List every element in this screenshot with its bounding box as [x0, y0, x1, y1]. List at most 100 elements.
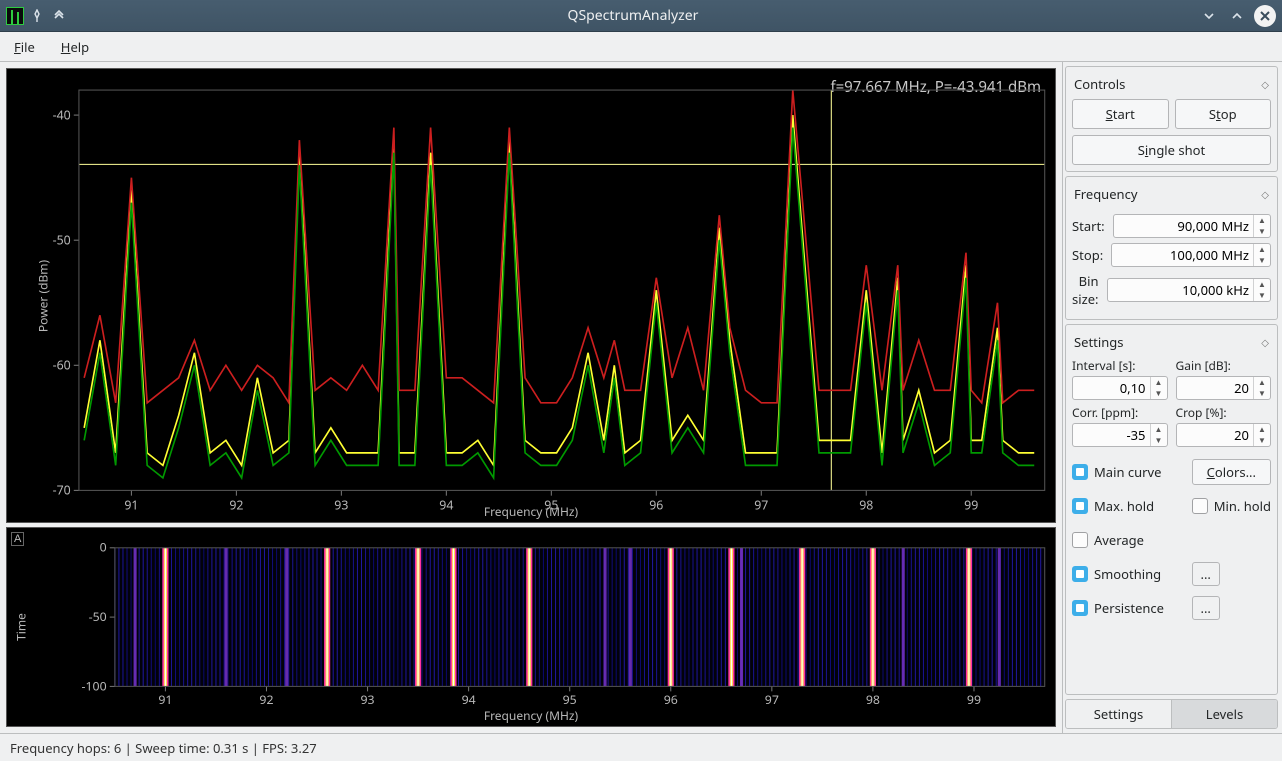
minimize-button[interactable] [1198, 5, 1220, 27]
stop-button[interactable]: Stop [1175, 99, 1272, 129]
svg-text:96: 96 [649, 496, 663, 513]
smoothing-options-button[interactable]: ... [1192, 562, 1220, 586]
gain-input[interactable] [1177, 379, 1254, 397]
svg-text:97: 97 [765, 691, 779, 708]
corr-label: Corr. [ppm]: [1072, 404, 1168, 421]
average-label: Average [1094, 531, 1144, 549]
interval-spinbox[interactable]: ▲▼ [1072, 376, 1168, 400]
max-hold-label: Max. hold [1094, 497, 1154, 515]
chevrons-up-icon[interactable] [50, 7, 68, 25]
single-shot-button[interactable]: Single shot [1072, 135, 1271, 165]
svg-text:99: 99 [964, 496, 978, 513]
spin-up-icon[interactable]: ▲ [1254, 244, 1270, 255]
side-panel: Controls ◇ Start Stop Single shot Freque… [1062, 62, 1282, 733]
freq-bin-label: Bin size: [1072, 272, 1107, 308]
svg-text:-50: -50 [89, 608, 107, 625]
checked-icon [1072, 464, 1088, 480]
svg-text:-50: -50 [53, 231, 71, 248]
panel-handle-icon[interactable]: ◇ [1261, 187, 1269, 201]
maximize-button[interactable] [1226, 5, 1248, 27]
freq-start-input[interactable] [1114, 217, 1253, 235]
persistence-label: Persistence [1094, 599, 1164, 617]
smoothing-checkbox[interactable]: Smoothing [1072, 565, 1184, 583]
colors-button[interactable]: Colors... [1192, 459, 1271, 485]
freq-bin-input[interactable] [1108, 281, 1253, 299]
svg-text:94: 94 [462, 691, 476, 708]
svg-text:0: 0 [100, 539, 107, 556]
spin-up-icon[interactable]: ▲ [1254, 424, 1270, 435]
persistence-checkbox[interactable]: Persistence [1072, 599, 1184, 617]
svg-text:99: 99 [967, 691, 981, 708]
spin-down-icon[interactable]: ▼ [1151, 435, 1167, 446]
spin-down-icon[interactable]: ▼ [1254, 255, 1270, 266]
svg-text:94: 94 [439, 496, 453, 513]
spin-up-icon[interactable]: ▲ [1254, 279, 1270, 290]
svg-text:-60: -60 [53, 356, 71, 373]
spectrum-plot[interactable]: f=97.667 MHz, P=-43.941 dBm Power (dBm) … [6, 68, 1056, 523]
min-hold-checkbox[interactable]: Min. hold [1192, 497, 1271, 515]
svg-text:91: 91 [124, 496, 138, 513]
min-hold-label: Min. hold [1214, 497, 1271, 515]
average-checkbox[interactable]: Average [1072, 531, 1271, 549]
side-tabs: Settings Levels [1065, 699, 1278, 729]
start-button[interactable]: Start [1072, 99, 1169, 129]
interval-input[interactable] [1073, 379, 1150, 397]
spin-down-icon[interactable]: ▼ [1151, 388, 1167, 399]
main-area: f=97.667 MHz, P=-43.941 dBm Power (dBm) … [0, 62, 1282, 733]
spin-up-icon[interactable]: ▲ [1254, 377, 1270, 388]
plot-area: f=97.667 MHz, P=-43.941 dBm Power (dBm) … [0, 62, 1062, 733]
spin-down-icon[interactable]: ▼ [1254, 226, 1270, 237]
main-curve-label: Main curve [1094, 463, 1161, 481]
unchecked-icon [1072, 532, 1088, 548]
svg-text:91: 91 [158, 691, 172, 708]
freq-stop-spinbox[interactable]: ▲▼ [1111, 243, 1271, 267]
freq-bin-spinbox[interactable]: ▲▼ [1107, 278, 1271, 302]
waterfall-svg: 0-50-100919293949596979899 [7, 528, 1055, 726]
close-button[interactable] [1254, 5, 1276, 27]
menu-help-text: elp [70, 38, 89, 56]
frequency-title: Frequency [1074, 185, 1137, 203]
svg-text:93: 93 [361, 691, 375, 708]
spin-down-icon[interactable]: ▼ [1254, 435, 1270, 446]
menubar: File Help [0, 32, 1282, 62]
interval-label: Interval [s]: [1072, 357, 1168, 374]
main-curve-checkbox[interactable]: Main curve [1072, 463, 1184, 481]
frequency-panel: Frequency ◇ Start: ▲▼ Stop: ▲▼ [1065, 176, 1278, 320]
svg-text:95: 95 [544, 496, 558, 513]
crop-spinbox[interactable]: ▲▼ [1176, 423, 1272, 447]
svg-text:92: 92 [229, 496, 243, 513]
menu-help[interactable]: Help [55, 34, 95, 60]
spin-down-icon[interactable]: ▼ [1254, 388, 1270, 399]
checked-icon [1072, 566, 1088, 582]
freq-start-spinbox[interactable]: ▲▼ [1113, 214, 1271, 238]
spin-down-icon[interactable]: ▼ [1254, 290, 1270, 301]
freq-stop-label: Stop: [1072, 246, 1111, 264]
panel-handle-icon[interactable]: ◇ [1261, 335, 1269, 349]
gain-spinbox[interactable]: ▲▼ [1176, 376, 1272, 400]
titlebar: QSpectrumAnalyzer [0, 0, 1282, 32]
tab-settings[interactable]: Settings [1066, 700, 1171, 728]
controls-title: Controls [1074, 75, 1125, 93]
svg-text:95: 95 [563, 691, 577, 708]
freq-stop-input[interactable] [1112, 246, 1253, 264]
menu-file[interactable]: File [8, 34, 41, 60]
crop-input[interactable] [1177, 426, 1254, 444]
spin-up-icon[interactable]: ▲ [1254, 215, 1270, 226]
panel-handle-icon[interactable]: ◇ [1261, 77, 1269, 91]
gain-label: Gain [dB]: [1176, 357, 1272, 374]
svg-text:98: 98 [866, 691, 880, 708]
persistence-options-button[interactable]: ... [1192, 596, 1220, 620]
settings-title: Settings [1074, 333, 1123, 351]
tab-levels[interactable]: Levels [1171, 700, 1277, 728]
spin-up-icon[interactable]: ▲ [1151, 424, 1167, 435]
unchecked-icon [1192, 498, 1208, 514]
corr-spinbox[interactable]: ▲▼ [1072, 423, 1168, 447]
pin-icon[interactable] [28, 7, 46, 25]
max-hold-checkbox[interactable]: Max. hold [1072, 497, 1184, 515]
crop-label: Crop [%]: [1176, 404, 1272, 421]
svg-text:-70: -70 [53, 481, 71, 498]
spin-up-icon[interactable]: ▲ [1151, 377, 1167, 388]
corr-input[interactable] [1073, 426, 1150, 444]
waterfall-plot[interactable]: A Time Frequency (MHz) 0-50-100919293949… [6, 527, 1056, 727]
svg-text:92: 92 [259, 691, 273, 708]
